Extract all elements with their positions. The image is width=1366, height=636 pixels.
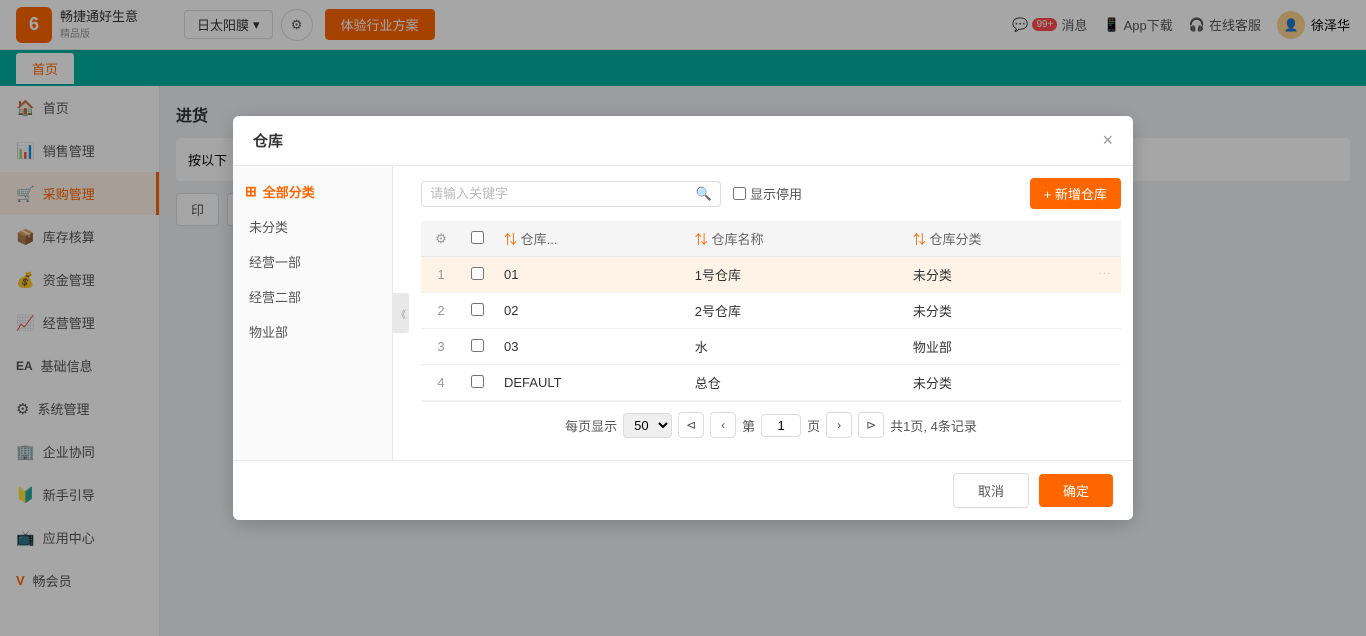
last-page-button[interactable]: ⊳	[858, 412, 884, 438]
dialog-title: 仓库	[253, 130, 283, 151]
page-summary: 共1页, 4条记录	[890, 416, 977, 435]
warehouse-table: ⚙ ⇅ 仓库... ⇅ 仓库名称	[421, 221, 1121, 401]
table-header-check	[461, 221, 494, 257]
search-icon: 🔍	[696, 186, 712, 202]
row-code: DEFAULT	[494, 365, 685, 401]
category-item-property[interactable]: 物业部	[233, 314, 392, 349]
confirm-button[interactable]: 确定	[1039, 474, 1113, 507]
sort-icon2: ⇅	[695, 232, 708, 247]
category-item-dept2[interactable]: 经营二部	[233, 279, 392, 314]
row-num: 4	[421, 365, 461, 401]
warehouse-dialog: 仓库 × ⊞ 全部分类 未分类 经营一部 经营二部	[233, 116, 1133, 520]
page-unit: 页	[807, 416, 820, 435]
row-name: 总仓	[685, 365, 903, 401]
table-row[interactable]: 3 03 水 物业部	[421, 329, 1121, 365]
more-button[interactable]: ···	[1098, 265, 1111, 280]
per-page-select[interactable]: 50	[623, 413, 672, 438]
table-row[interactable]: 2 02 2号仓库 未分类	[421, 293, 1121, 329]
per-page-label: 每页显示	[565, 416, 617, 435]
row-num: 2	[421, 293, 461, 329]
show-disabled-label: 显示停用	[733, 184, 802, 203]
row-num: 3	[421, 329, 461, 365]
row-name: 1号仓库	[685, 257, 903, 293]
table-row[interactable]: 4 DEFAULT 总仓 未分类	[421, 365, 1121, 401]
table-panel: 🔍 显示停用 + 新增仓库 ⚙	[409, 166, 1133, 460]
prev-page-button[interactable]: ‹	[710, 412, 736, 438]
search-input[interactable]	[430, 186, 696, 201]
collapse-button[interactable]: 《	[393, 293, 409, 333]
category-item-unclassified[interactable]: 未分类	[233, 209, 392, 244]
sort-icon3: ⇅	[913, 232, 926, 247]
search-bar: 🔍 显示停用 + 新增仓库	[421, 178, 1121, 209]
page-input[interactable]	[761, 414, 801, 437]
table-header-category: ⇅ 仓库分类	[903, 221, 1121, 257]
dialog-header: 仓库 ×	[233, 116, 1133, 166]
row-num: 1	[421, 257, 461, 293]
table-header-code: ⇅ 仓库...	[494, 221, 685, 257]
row-category: 未分类	[903, 365, 1121, 401]
row-check[interactable]	[461, 329, 494, 365]
row-check[interactable]	[461, 365, 494, 401]
page-label: 第	[742, 416, 755, 435]
category-panel: ⊞ 全部分类 未分类 经营一部 经营二部 物业部	[233, 166, 393, 460]
add-warehouse-button[interactable]: + 新增仓库	[1030, 178, 1121, 209]
table-header-gear: ⚙	[421, 221, 461, 257]
row-category: 物业部	[903, 329, 1121, 365]
modal-overlay: 仓库 × ⊞ 全部分类 未分类 经营一部 经营二部	[0, 0, 1366, 636]
grid-icon: ⊞	[245, 183, 257, 200]
show-disabled-checkbox[interactable]	[733, 187, 746, 200]
close-button[interactable]: ×	[1102, 130, 1113, 151]
row-code: 01	[494, 257, 685, 293]
category-all-label: 全部分类	[263, 182, 315, 201]
table-header-name: ⇅ 仓库名称	[685, 221, 903, 257]
next-page-button[interactable]: ›	[826, 412, 852, 438]
dialog-footer: 取消 确定	[233, 460, 1133, 520]
row-code: 03	[494, 329, 685, 365]
pagination: 每页显示 50 ⊲ ‹ 第 页 › ⊳ 共1页, 4条记录	[421, 401, 1121, 448]
table-row[interactable]: 1 01 1号仓库 未分类 ···	[421, 257, 1121, 293]
select-all-checkbox[interactable]	[471, 231, 484, 244]
row-check[interactable]	[461, 257, 494, 293]
category-item-dept1[interactable]: 经营一部	[233, 244, 392, 279]
chevron-left-icon: 《	[396, 306, 406, 321]
search-input-wrap: 🔍	[421, 181, 721, 207]
row-name: 水	[685, 329, 903, 365]
row-category: 未分类 ···	[903, 257, 1121, 293]
cancel-button[interactable]: 取消	[953, 473, 1029, 508]
sort-icon: ⇅	[504, 232, 517, 247]
row-name: 2号仓库	[685, 293, 903, 329]
row-code: 02	[494, 293, 685, 329]
dialog-body: ⊞ 全部分类 未分类 经营一部 经营二部 物业部 《	[233, 166, 1133, 460]
first-page-button[interactable]: ⊲	[678, 412, 704, 438]
row-check[interactable]	[461, 293, 494, 329]
row-category: 未分类	[903, 293, 1121, 329]
category-all-header[interactable]: ⊞ 全部分类	[233, 174, 392, 209]
